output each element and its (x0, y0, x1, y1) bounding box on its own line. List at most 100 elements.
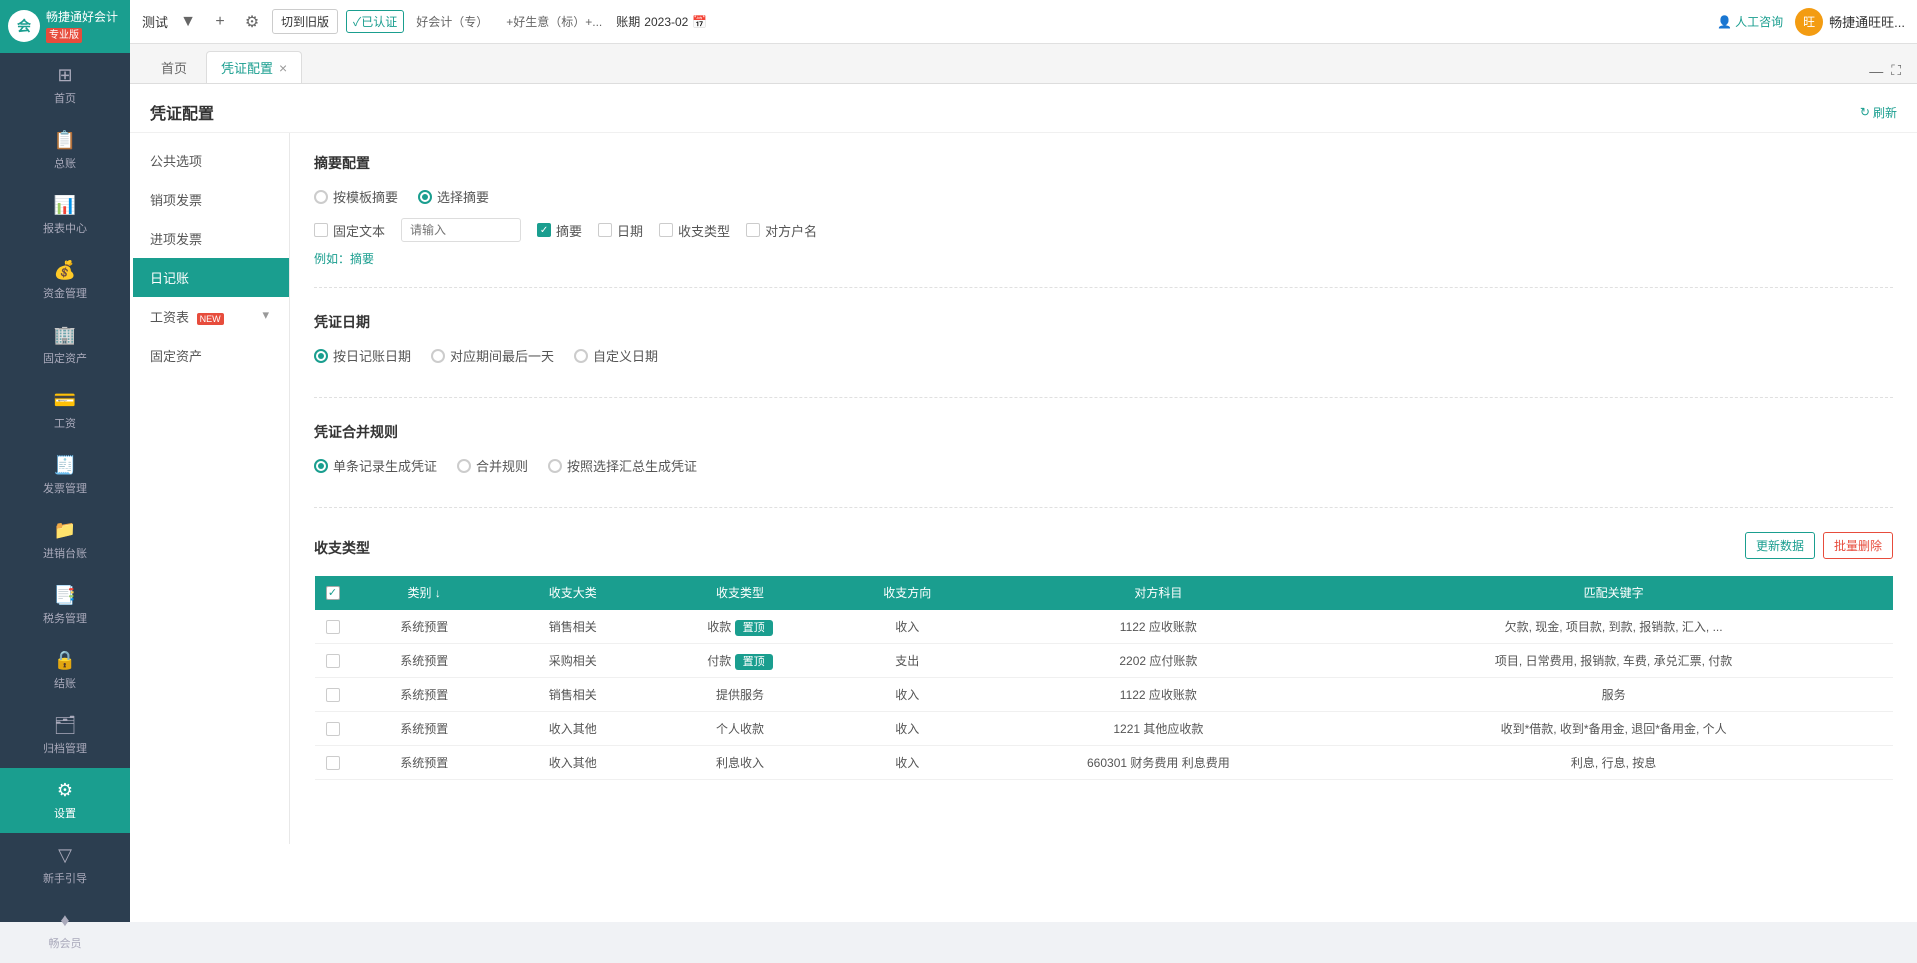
page-header: 凭证配置 ↻ 刷新 (130, 84, 1917, 133)
radio-custom-date[interactable]: 自定义日期 (574, 346, 658, 365)
left-menu-item-payroll[interactable]: 工资表 NEW ▾ (130, 297, 289, 336)
content-layout: 公共选项 销项发票 进项发票 日记账 工资表 NEW ▾ 固定资产 摘要配置 (130, 133, 1917, 844)
checkbox-box-income-type (659, 223, 673, 237)
table-row: 系统预置 收入其他 利息收入 收入 660301 财务费用 利息费用 利息, 行… (315, 746, 1893, 780)
sidebar-item-close[interactable]: 🔒 结账 (0, 638, 130, 703)
tab-voucher-config[interactable]: 凭证配置 × (206, 51, 302, 83)
fixed-text-input[interactable] (401, 218, 521, 242)
row1-checkbox[interactable] (326, 620, 340, 634)
checkbox-fixed-text[interactable]: 固定文本 (314, 221, 385, 240)
select-all-checkbox[interactable]: ✓ (326, 586, 340, 600)
row5-checkbox[interactable] (326, 756, 340, 770)
summary-checkbox-row: 固定文本 ✓ 摘要 日期 (314, 218, 1893, 242)
company-dropdown-btn[interactable]: ▼ (176, 10, 200, 34)
checkbox-box-counterpart (746, 223, 760, 237)
company-name: 测试 (142, 12, 168, 31)
tab-home[interactable]: 首页 (146, 51, 202, 83)
left-menu-item-public[interactable]: 公共选项 (130, 141, 289, 180)
radio-period-last-day[interactable]: 对应期间最后一天 (431, 346, 554, 365)
topbar-right: 👤 人工咨询 旺 畅捷通旺旺... (1717, 8, 1905, 36)
checkbox-summary[interactable]: ✓ 摘要 (537, 221, 582, 240)
sidebar-item-sales-ledger[interactable]: 📁 进销台账 (0, 508, 130, 573)
member-icon: ♦ (60, 910, 69, 931)
radio-circle-merge (457, 459, 471, 473)
left-menu: 公共选项 销项发票 进项发票 日记账 工资表 NEW ▾ 固定资产 (130, 133, 290, 844)
row2-checkbox[interactable] (326, 654, 340, 668)
topbar: 测试 ▼ + ⚙ 切到旧版 ✓已认证 好会计（专） +好生意（标）+... 账期… (130, 0, 1917, 44)
sidebar-navigation: ⊞ 首页 📋 总账 📊 报表中心 💰 资金管理 🏢 固定资产 💳 工资 🧾 发票… (0, 53, 130, 963)
voucher-date-section: 凭证日期 按日记账日期 对应期间最后一天 (314, 312, 1893, 398)
left-menu-item-fixed-assets[interactable]: 固定资产 (130, 336, 289, 375)
sidebar-item-salary[interactable]: 💳 工资 (0, 378, 130, 443)
refresh-icon: ↻ (1860, 105, 1870, 119)
radio-select-summary[interactable]: 选择摘要 (418, 187, 489, 206)
page-title: 凭证配置 (150, 100, 214, 124)
radio-single-record[interactable]: 单条记录生成凭证 (314, 456, 437, 475)
radio-summary-generate[interactable]: 按照选择汇总生成凭证 (548, 456, 697, 475)
income-expense-section: 收支类型 更新数据 批量删除 ✓ (314, 532, 1893, 800)
settings-btn[interactable]: ⚙ (240, 10, 264, 34)
col-keywords: 匹配关键字 (1335, 576, 1893, 610)
col-account: 对方科目 (982, 576, 1335, 610)
tab-close-icon[interactable]: × (279, 60, 287, 76)
avatar: 旺 (1795, 8, 1823, 36)
sidebar-item-reports[interactable]: 📊 报表中心 (0, 183, 130, 248)
row4-checkbox[interactable] (326, 722, 340, 736)
refresh-btn[interactable]: ↻ 刷新 (1860, 104, 1897, 121)
reset-tag-1[interactable]: 置顶 (735, 620, 773, 636)
batch-delete-btn[interactable]: 批量删除 (1823, 532, 1893, 559)
user-menu[interactable]: 旺 畅捷通旺旺... (1795, 8, 1905, 36)
radio-circle-template (314, 190, 328, 204)
checkbox-counterpart-name[interactable]: 对方户名 (746, 221, 817, 240)
checkbox-date[interactable]: 日期 (598, 221, 643, 240)
tab-minimize-btn[interactable]: — (1869, 63, 1883, 79)
table-row: 系统预置 采购相关 付款 置顶 支出 2202 应付账款 项目, 日常费用, 报… (315, 644, 1893, 678)
merge-rules-section: 凭证合并规则 单条记录生成凭证 合并规则 (314, 422, 1893, 508)
row3-checkbox[interactable] (326, 688, 340, 702)
tab-maximize-btn[interactable]: ⛶ (1891, 62, 1901, 79)
period: 账期 2023-02 📅 (616, 13, 707, 30)
col-category: 类别 ↓ (351, 576, 498, 610)
radio-circle-single (314, 459, 328, 473)
voucher-date-title: 凭证日期 (314, 312, 1893, 332)
assets-icon: 🏢 (54, 325, 76, 346)
good-tag1: 好会计（专） (410, 11, 494, 32)
table-actions: 更新数据 批量删除 (1745, 532, 1893, 559)
calendar-icon[interactable]: 📅 (692, 15, 707, 29)
sidebar-item-member[interactable]: ♦ 畅会员 (0, 898, 130, 963)
update-data-btn[interactable]: 更新数据 (1745, 532, 1815, 559)
sidebar-item-guide[interactable]: ▽ 新手引导 (0, 833, 130, 898)
funds-icon: 💰 (54, 260, 76, 281)
sidebar-item-archive[interactable]: 🗂 归档管理 (0, 703, 130, 768)
radio-circle-summary-gen (548, 459, 562, 473)
table-row: 系统预置 销售相关 提供服务 收入 1122 应收账款 服务 (315, 678, 1893, 712)
old-version-btn[interactable]: 切到旧版 (272, 9, 338, 34)
left-menu-item-purchase-invoice[interactable]: 进项发票 (130, 219, 289, 258)
col-big-type: 收支大类 (498, 576, 648, 610)
sidebar-item-settings[interactable]: ⚙ 设置 (0, 768, 130, 833)
sidebar-item-invoice[interactable]: 🧾 发票管理 (0, 443, 130, 508)
radio-journal-date[interactable]: 按日记账日期 (314, 346, 411, 365)
tags-area: ✓已认证 好会计（专） +好生意（标）+... (346, 10, 608, 33)
add-btn[interactable]: + (208, 10, 232, 34)
left-menu-item-sales-invoice[interactable]: 销项发票 (130, 180, 289, 219)
sidebar-item-ledger[interactable]: 📋 总账 (0, 118, 130, 183)
radio-circle-period-last (431, 349, 445, 363)
help-btn[interactable]: 👤 人工咨询 (1717, 13, 1783, 30)
table-row: 系统预置 销售相关 收款 置顶 收入 1122 应收账款 欠款, 现金, 项目款… (315, 610, 1893, 644)
certified-tag: ✓已认证 (346, 10, 404, 33)
sidebar-item-home[interactable]: ⊞ 首页 (0, 53, 130, 118)
radio-template-summary[interactable]: 按模板摘要 (314, 187, 398, 206)
income-expense-title: 收支类型 (314, 538, 370, 558)
reset-tag-2[interactable]: 置顶 (735, 654, 773, 670)
sidebar-item-assets[interactable]: 🏢 固定资产 (0, 313, 130, 378)
sidebar-logo[interactable]: 会 畅捷通好会计 专业版 (0, 0, 130, 53)
left-menu-item-journal[interactable]: 日记账 (130, 258, 289, 297)
radio-merge-rule[interactable]: 合并规则 (457, 456, 528, 475)
close-account-icon: 🔒 (54, 650, 76, 671)
help-icon: 👤 (1717, 15, 1732, 29)
sidebar-item-tax[interactable]: 📑 税务管理 (0, 573, 130, 638)
checkbox-income-type[interactable]: 收支类型 (659, 221, 730, 240)
summary-example: 例如：摘要 (314, 250, 1893, 267)
sidebar-item-funds[interactable]: 💰 资金管理 (0, 248, 130, 313)
